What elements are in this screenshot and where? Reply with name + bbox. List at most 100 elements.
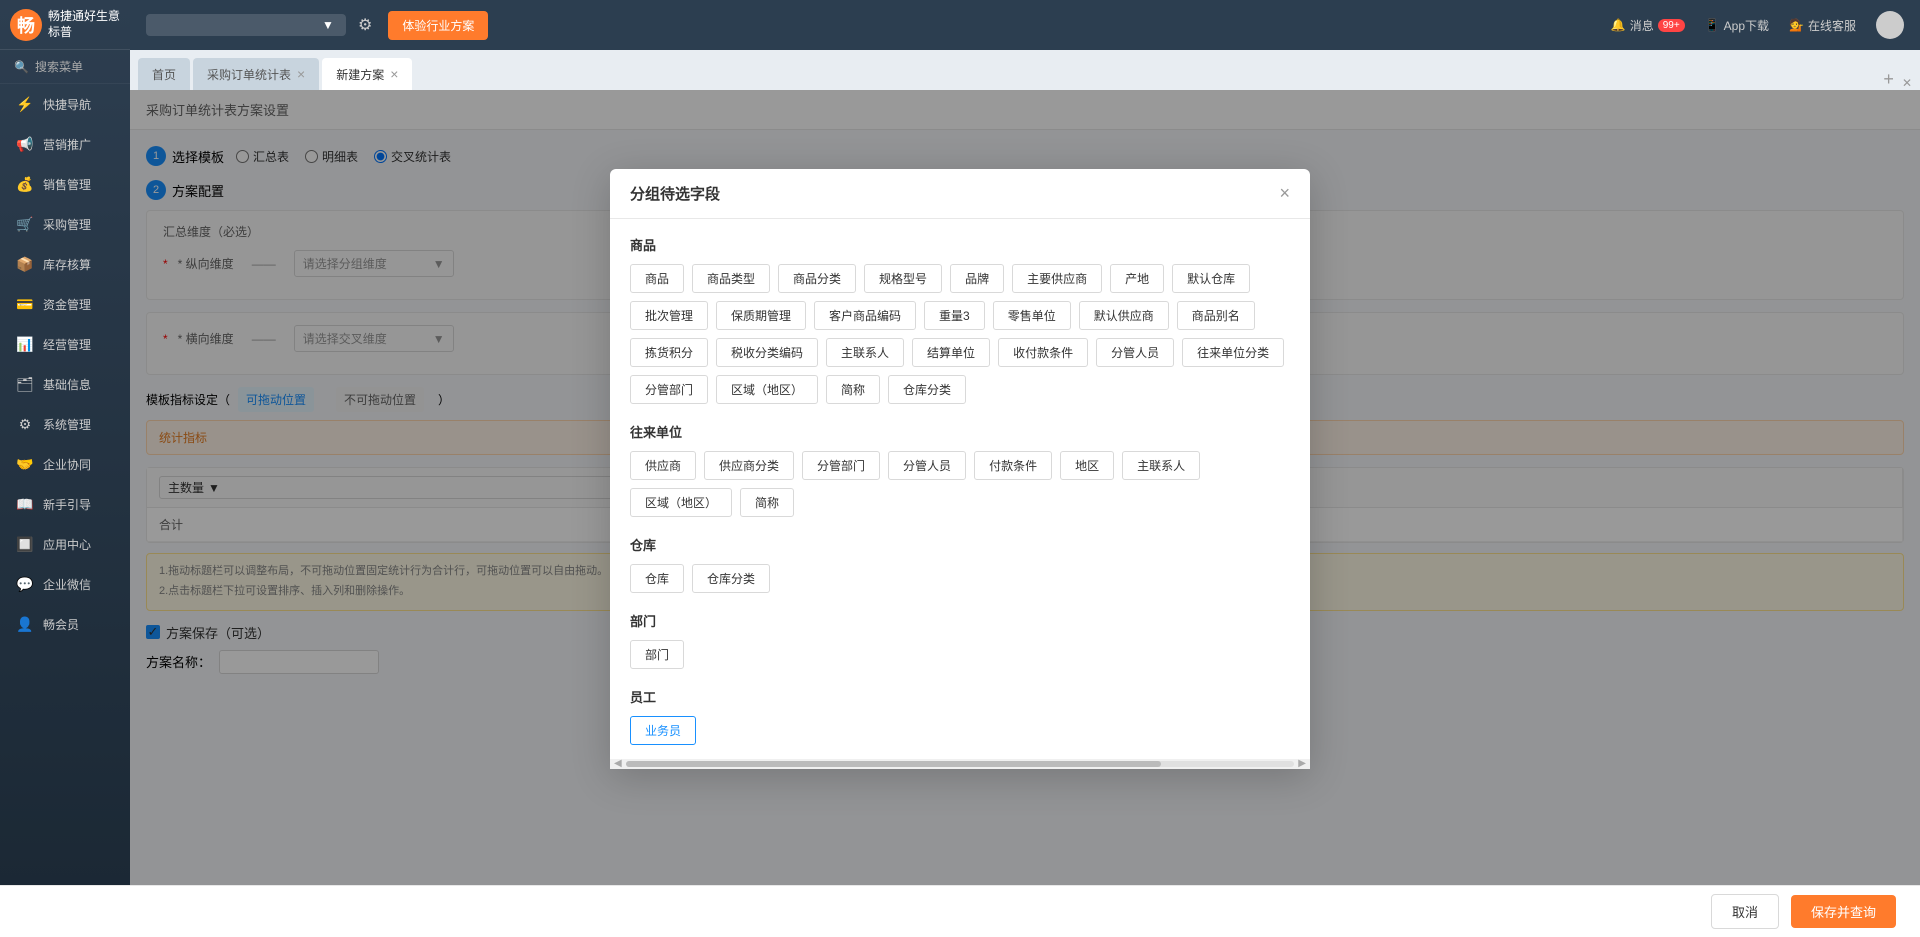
field-tag[interactable]: 客户商品编码 [814, 301, 916, 330]
scroll-thumb[interactable] [626, 761, 1161, 767]
field-tag[interactable]: 主联系人 [1122, 451, 1200, 480]
tab-purchase-stats-close[interactable]: × [297, 66, 305, 82]
field-tag[interactable]: 商品别名 [1177, 301, 1255, 330]
search-icon: 🔍 [14, 60, 29, 74]
notification-icon: 🔔 [1611, 18, 1626, 32]
field-tag[interactable]: 仓库分类 [888, 375, 966, 404]
marketing-icon: 📢 [15, 134, 35, 154]
sidebar-item-purchase[interactable]: 🛒 采购管理 [0, 204, 130, 244]
system-icon: ⚙ [15, 414, 35, 434]
sidebar-item-marketing[interactable]: 📢 营销推广 [0, 124, 130, 164]
field-tag[interactable]: 默认仓库 [1172, 264, 1250, 293]
trial-button[interactable]: 体验行业方案 [388, 11, 488, 40]
scroll-right-arrow[interactable]: ▶ [1298, 758, 1306, 769]
sidebar-item-sales[interactable]: 💰 销售管理 [0, 164, 130, 204]
tab-purchase-stats[interactable]: 采购订单统计表 × [193, 58, 319, 90]
field-tag[interactable]: 分管人员 [888, 451, 966, 480]
field-tag[interactable]: 地区 [1060, 451, 1114, 480]
field-tag[interactable]: 区域（地区） [630, 488, 732, 517]
field-tag[interactable]: 规格型号 [864, 264, 942, 293]
sidebar-item-system[interactable]: ⚙ 系统管理 [0, 404, 130, 444]
field-tag[interactable]: 批次管理 [630, 301, 708, 330]
sidebar-item-wechat[interactable]: 💬 企业微信 [0, 564, 130, 604]
field-tag[interactable]: 重量3 [924, 301, 985, 330]
header-gear-icon[interactable]: ⚙ [358, 15, 372, 35]
tab-new-plan[interactable]: 新建方案 × [322, 58, 412, 90]
field-tag[interactable]: 简称 [826, 375, 880, 404]
field-tag[interactable]: 保质期管理 [716, 301, 806, 330]
tab-new-plan-close[interactable]: × [390, 66, 398, 82]
section-staff-title: 员工 [630, 687, 1290, 706]
scroll-left-arrow[interactable]: ◀ [614, 758, 622, 769]
field-tag[interactable]: 品牌 [950, 264, 1004, 293]
field-tag[interactable]: 分管部门 [802, 451, 880, 480]
field-tag[interactable]: 拣货积分 [630, 338, 708, 367]
tab-add-icon[interactable]: + [1883, 69, 1894, 90]
sidebar-item-inventory[interactable]: 📦 库存核算 [0, 244, 130, 284]
field-tag[interactable]: 商品分类 [778, 264, 856, 293]
basic-icon: 🗂 [15, 374, 35, 394]
sales-icon: 💰 [15, 174, 35, 194]
member-icon: 👤 [15, 614, 35, 634]
dialog-horizontal-scrollbar[interactable]: ◀ ▶ [610, 759, 1310, 769]
section-warehouse-title: 仓库 [630, 535, 1290, 554]
field-select-dialog: 分组待选字段 × 商品 商品 商品类型 商品分类 规格型号 品牌 主要供应商 产… [610, 169, 1310, 769]
field-tag[interactable]: 结算单位 [912, 338, 990, 367]
field-tag[interactable]: 分管部门 [630, 375, 708, 404]
sidebar-logo: 畅 畅捷通好生意 标普 [0, 0, 130, 50]
service-icon: 💁 [1789, 18, 1804, 32]
cancel-button[interactable]: 取消 [1711, 894, 1779, 929]
field-tag[interactable]: 零售单位 [993, 301, 1071, 330]
field-tag[interactable]: 商品 [630, 264, 684, 293]
notification-item[interactable]: 🔔 消息 99+ [1611, 17, 1685, 34]
field-tag[interactable]: 供应商分类 [704, 451, 794, 480]
section-department-fields: 部门 [630, 640, 1290, 669]
field-tag[interactable]: 商品类型 [692, 264, 770, 293]
field-tag[interactable]: 付款条件 [974, 451, 1052, 480]
header-dropdown-icon[interactable]: ▼ [322, 18, 334, 32]
field-tag[interactable]: 简称 [740, 488, 794, 517]
sidebar-item-basic[interactable]: 🗂 基础信息 [0, 364, 130, 404]
sidebar-item-corp[interactable]: 🤝 企业协同 [0, 444, 130, 484]
sidebar-search[interactable]: 🔍 搜索菜单 [0, 50, 130, 84]
field-tag[interactable]: 供应商 [630, 451, 696, 480]
field-tag[interactable]: 收付款条件 [998, 338, 1088, 367]
field-tag[interactable]: 往来单位分类 [1182, 338, 1284, 367]
quick-nav-icon: ⚡ [15, 94, 35, 114]
field-tag[interactable]: 产地 [1110, 264, 1164, 293]
sidebar-menu: ⚡ 快捷导航 📢 营销推广 💰 销售管理 🛒 采购管理 📦 库存核算 💳 资金管… [0, 84, 130, 895]
section-partner: 往来单位 供应商 供应商分类 分管部门 分管人员 付款条件 地区 主联系人 区域… [630, 422, 1290, 517]
field-tag[interactable]: 主联系人 [826, 338, 904, 367]
dialog-close-icon[interactable]: × [1279, 183, 1290, 204]
operation-icon: 📊 [15, 334, 35, 354]
field-tag[interactable]: 部门 [630, 640, 684, 669]
field-tag[interactable]: 主要供应商 [1012, 264, 1102, 293]
section-partner-title: 往来单位 [630, 422, 1290, 441]
notification-badge: 99+ [1658, 19, 1685, 32]
field-tag[interactable]: 默认供应商 [1079, 301, 1169, 330]
section-goods-fields: 商品 商品类型 商品分类 规格型号 品牌 主要供应商 产地 默认仓库 批次管理 … [630, 264, 1290, 404]
sidebar-item-finance[interactable]: 💳 资金管理 [0, 284, 130, 324]
page-footer: 取消 保存并查询 [0, 885, 1920, 937]
tab-close-all[interactable]: ✕ [1902, 76, 1912, 90]
online-service-item[interactable]: 💁 在线客服 [1789, 17, 1856, 34]
section-warehouse-fields: 仓库 仓库分类 [630, 564, 1290, 593]
save-query-button[interactable]: 保存并查询 [1791, 895, 1896, 928]
field-tag-staff[interactable]: 业务员 [630, 716, 696, 745]
field-tag[interactable]: 税收分类编码 [716, 338, 818, 367]
sidebar-item-apps[interactable]: 🔲 应用中心 [0, 524, 130, 564]
section-warehouse: 仓库 仓库 仓库分类 [630, 535, 1290, 593]
field-tag[interactable]: 仓库分类 [692, 564, 770, 593]
header-search-input[interactable] [156, 18, 316, 32]
section-department: 部门 部门 [630, 611, 1290, 669]
user-avatar[interactable] [1876, 11, 1904, 39]
field-tag[interactable]: 分管人员 [1096, 338, 1174, 367]
sidebar-item-operation[interactable]: 📊 经营管理 [0, 324, 130, 364]
field-tag[interactable]: 区域（地区） [716, 375, 818, 404]
sidebar-item-quick-nav[interactable]: ⚡ 快捷导航 [0, 84, 130, 124]
tab-home[interactable]: 首页 [138, 58, 190, 90]
sidebar-item-guide[interactable]: 📖 新手引导 [0, 484, 130, 524]
field-tag[interactable]: 仓库 [630, 564, 684, 593]
app-download-item[interactable]: 📱 App下载 [1705, 17, 1769, 34]
sidebar-item-member[interactable]: 👤 畅会员 [0, 604, 130, 644]
